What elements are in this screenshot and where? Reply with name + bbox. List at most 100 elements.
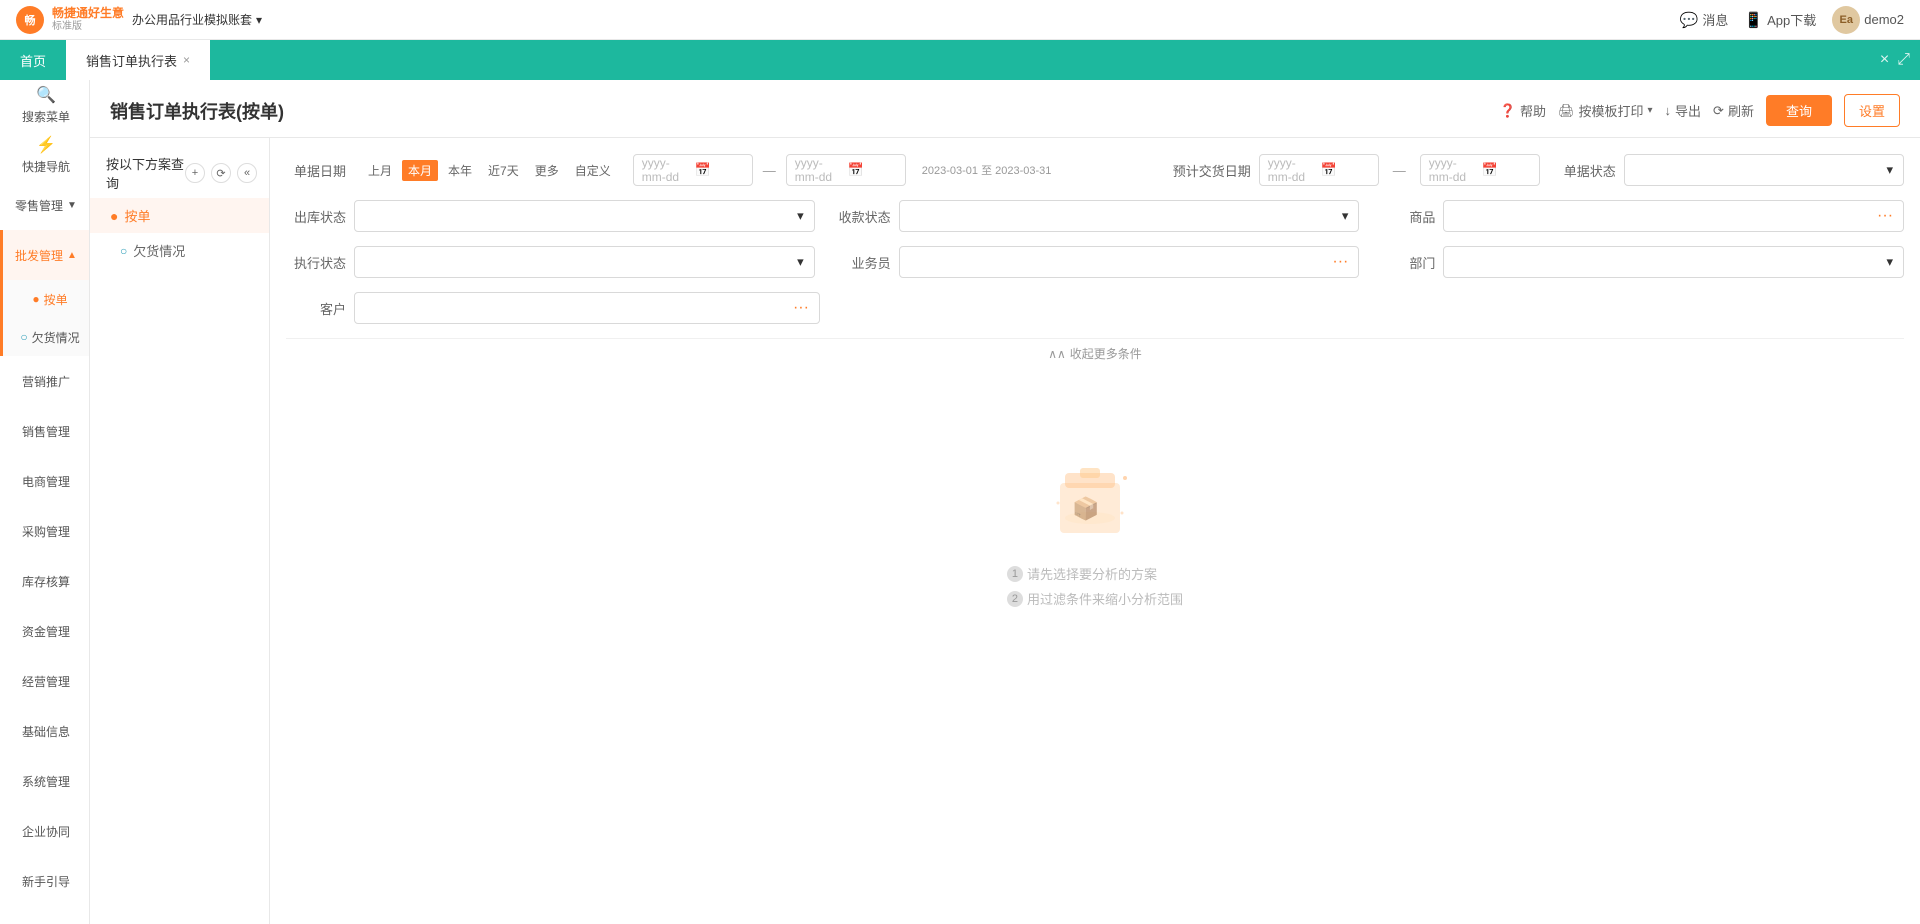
customer-dots[interactable]: ···: [793, 299, 809, 317]
sidebar-search-menu[interactable]: 🔍 搜索菜单: [0, 80, 89, 130]
message-btn[interactable]: 💬 消息: [1680, 10, 1729, 29]
help-btn[interactable]: ❓ 帮助: [1500, 101, 1546, 120]
print-icon: 🖨: [1558, 103, 1575, 119]
out-status-select[interactable]: ▾: [354, 200, 815, 232]
collapse-panel-btn[interactable]: «: [237, 163, 257, 183]
filter-item-exec-status: 执行状态 ▾: [286, 246, 815, 278]
svg-text:📦: 📦: [1072, 496, 1099, 521]
export-icon: ↓: [1665, 103, 1672, 118]
collapse-bar[interactable]: ∧∧ 收起更多条件: [286, 338, 1904, 368]
bill-status-chevron: ▾: [1886, 162, 1893, 178]
chevron-down-icon: ▲: [67, 250, 77, 261]
custom-btn[interactable]: 自定义: [569, 160, 617, 181]
sidebar-item-ecommerce[interactable]: 电商管理: [0, 456, 89, 506]
user-profile[interactable]: Ea demo2: [1832, 6, 1904, 34]
filter-item-salesperson: 业务员 ···: [831, 246, 1360, 278]
sidebar-item-basic[interactable]: 基础信息: [0, 706, 89, 756]
collapse-label: 收起更多条件: [1070, 345, 1142, 362]
calendar3-icon: 📅: [1321, 162, 1370, 178]
hint2-text: 用过滤条件来缩小分析范围: [1027, 589, 1183, 608]
empty-hints: 1 请先选择要分析的方案 2 用过滤条件来缩小分析范围: [1007, 564, 1183, 608]
expected-date-to-input[interactable]: yyyy-mm-dd 📅: [1420, 154, 1540, 186]
sidebar-item-sales[interactable]: 销售管理: [0, 406, 89, 456]
sidebar-item-marketing[interactable]: 营销推广: [0, 356, 89, 406]
tab-home[interactable]: 首页: [0, 40, 66, 80]
search-icon: 🔍: [36, 85, 56, 105]
customer-select[interactable]: ···: [354, 292, 820, 324]
sidebar-item-inventory[interactable]: 库存核算: [0, 556, 89, 606]
sidebar-sub-item-order[interactable]: ● 按单: [3, 280, 89, 318]
tab-sales-order-exec[interactable]: 销售订单执行表 ×: [66, 40, 210, 80]
main-content: 销售订单执行表(按单) ❓ 帮助 🖨 按模板打印 ▾ ↓ 导出 ⟳ 刷新 查询 …: [90, 80, 1920, 924]
page-title: 销售订单执行表(按单): [110, 98, 284, 124]
sidebar-item-retail[interactable]: 零售管理 ▼: [0, 180, 89, 230]
scheme-debt-label: 欠货情况: [133, 241, 185, 260]
dept-select[interactable]: ▾: [1443, 246, 1904, 278]
last-month-btn[interactable]: 上月: [362, 160, 398, 181]
left-panel: 按以下方案查询 + ⟳ « ● 按单 ○ 欠货情况: [90, 138, 270, 924]
refresh-btn[interactable]: ⟳ 刷新: [1713, 101, 1754, 120]
content-area: 按以下方案查询 + ⟳ « ● 按单 ○ 欠货情况: [90, 138, 1920, 924]
sidebar-item-newuser[interactable]: 新手引导: [0, 856, 89, 906]
date-quick-btns: 上月 本月 本年 近7天 更多 自定义: [362, 160, 617, 181]
sidebar-item-finance[interactable]: 资金管理: [0, 606, 89, 656]
basic-label: 基础信息: [22, 723, 70, 740]
scheme-item-debt[interactable]: ○ 欠货情况: [90, 233, 269, 268]
window-close-icon[interactable]: ×: [1880, 51, 1889, 69]
sidebar-item-apps[interactable]: 应用中心: [0, 906, 89, 924]
salesperson-select[interactable]: ···: [899, 246, 1360, 278]
date-to-input[interactable]: yyyy-mm-dd 📅: [786, 154, 906, 186]
salesperson-dots[interactable]: ···: [1332, 253, 1348, 271]
exec-status-select[interactable]: ▾: [354, 246, 815, 278]
window-expand-icon[interactable]: ⤢: [1897, 51, 1910, 69]
chevron-right-icon: ▼: [67, 200, 77, 211]
app-download-btn[interactable]: 📱 App下载: [1744, 10, 1816, 29]
bill-status-select[interactable]: ▾: [1624, 154, 1904, 186]
this-year-btn[interactable]: 本年: [442, 160, 478, 181]
sidebar-item-wholesale[interactable]: 批发管理 ▲: [0, 230, 89, 280]
filter-row-1: 单据日期 上月 本月 本年 近7天 更多 自定义 yyyy-mm-dd: [286, 154, 1904, 186]
inventory-label: 库存核算: [22, 573, 70, 590]
expected-date-from-input[interactable]: yyyy-mm-dd 📅: [1259, 154, 1379, 186]
filter-row-4: 客户 ···: [286, 292, 820, 324]
wholesale-label: 批发管理: [15, 247, 63, 264]
message-icon: 💬: [1680, 11, 1699, 29]
calendar-icon: 📅: [695, 162, 744, 178]
retail-label: 零售管理: [15, 197, 63, 214]
query-btn[interactable]: 查询: [1766, 95, 1832, 126]
expected-date-label: 预计交货日期: [1173, 161, 1251, 180]
sidebar-item-system[interactable]: 系统管理: [0, 756, 89, 806]
goods-dots[interactable]: ···: [1877, 207, 1893, 225]
date-range-text: 2023-03-01 至 2023-03-31: [922, 162, 1052, 178]
sidebar-item-enterprise[interactable]: 企业协同: [0, 806, 89, 856]
more-btn[interactable]: 更多: [529, 160, 565, 181]
industry-selector[interactable]: 办公用品行业模拟账套 ▾: [132, 11, 262, 28]
filter-item-expected-date: 预计交货日期 yyyy-mm-dd 📅 — yyyy-mm-dd 📅: [1173, 154, 1540, 186]
filter-item-receive-status: 收款状态 ▾: [831, 200, 1360, 232]
settings-btn[interactable]: 设置: [1844, 94, 1900, 127]
refresh-scheme-btn[interactable]: ⟳: [211, 163, 231, 183]
filter-form: 单据日期 上月 本月 本年 近7天 更多 自定义 yyyy-mm-dd: [286, 154, 1904, 368]
purchase-label: 采购管理: [22, 523, 70, 540]
top-header: 畅 畅捷通好生意 标准版 办公用品行业模拟账套 ▾ 💬 消息 📱 App下载 E…: [0, 0, 1920, 40]
calendar4-icon: 📅: [1482, 162, 1531, 178]
print-btn[interactable]: 🖨 按模板打印 ▾: [1558, 101, 1653, 120]
receive-status-select[interactable]: ▾: [899, 200, 1360, 232]
filter-item-goods: 商品 ···: [1375, 200, 1904, 232]
sidebar-sub-item-debt[interactable]: ○ 欠货情况: [3, 318, 89, 356]
sidebar-quick-nav[interactable]: ⚡ 快捷导航: [0, 130, 89, 180]
last7days-btn[interactable]: 近7天: [482, 160, 525, 181]
avatar: Ea: [1832, 6, 1860, 34]
sidebar-item-operations[interactable]: 经营管理: [0, 656, 89, 706]
left-panel-header: 按以下方案查询 + ⟳ «: [90, 148, 269, 198]
add-scheme-btn[interactable]: +: [185, 163, 205, 183]
tab-close-icon[interactable]: ×: [183, 53, 190, 67]
date-from-input[interactable]: yyyy-mm-dd 📅: [633, 154, 753, 186]
scheme-item-order[interactable]: ● 按单: [90, 198, 269, 233]
empty-state: 📦 1 请先选择要分析的方案 2 用过滤条件来缩小分析范围: [286, 378, 1904, 688]
current-month-btn[interactable]: 本月: [402, 160, 438, 181]
sidebar-item-purchase[interactable]: 采购管理: [0, 506, 89, 556]
export-btn[interactable]: ↓ 导出: [1665, 101, 1702, 120]
goods-select[interactable]: ···: [1443, 200, 1904, 232]
debt-icon: ○: [20, 330, 27, 344]
